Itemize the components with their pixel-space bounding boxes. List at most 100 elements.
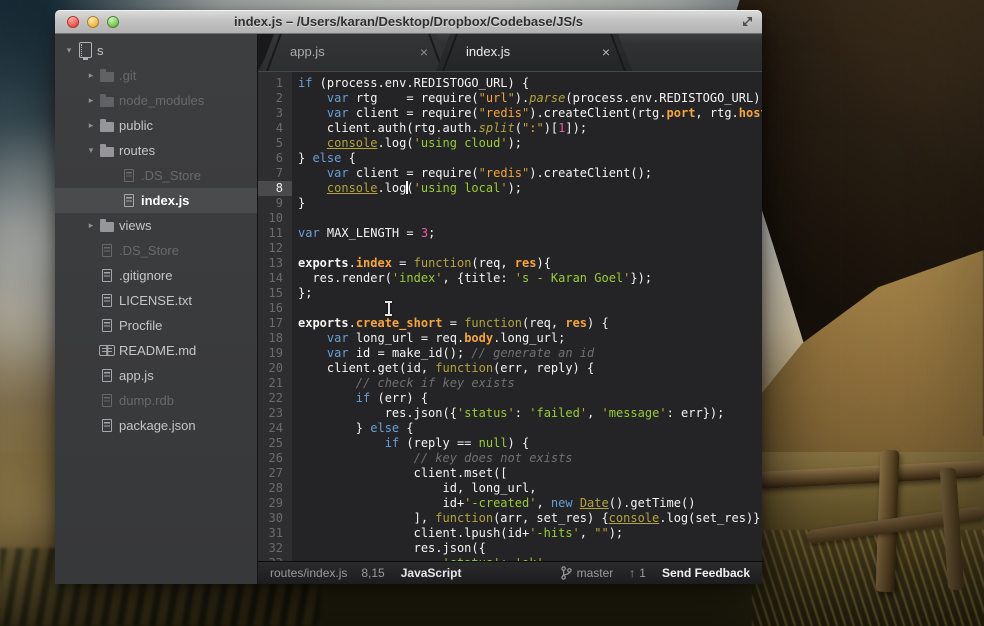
code-line-text: id+'-created', new Date().getTime() — [292, 496, 695, 511]
code-line[interactable]: 19 var id = make_id(); // generate an id — [258, 346, 762, 361]
line-number: 9 — [258, 196, 292, 211]
sidebar-item-license-txt[interactable]: LICENSE.txt — [55, 288, 257, 313]
folder-icon — [99, 218, 119, 234]
file-icon — [121, 193, 141, 209]
line-number: 26 — [258, 451, 292, 466]
code-line[interactable]: 3 var client = require("redis").createCl… — [258, 106, 762, 121]
ibeam-mouse-cursor — [384, 301, 393, 317]
code-area[interactable]: 1if (process.env.REDISTOGO_URL) {2 var r… — [258, 72, 762, 561]
sidebar-item-node-modules[interactable]: ▸node_modules — [55, 88, 257, 113]
code-line[interactable]: 28 id, long_url, — [258, 481, 762, 496]
sidebar-item-ds-store[interactable]: .DS_Store — [55, 163, 257, 188]
sidebar-item-label: .DS_Store — [141, 168, 201, 183]
code-line[interactable]: 14 res.render('index', {title: 's - Kara… — [258, 271, 762, 286]
code-line[interactable]: 18 var long_url = req.body.long_url; — [258, 331, 762, 346]
code-line[interactable]: 11var MAX_LENGTH = 3; — [258, 226, 762, 241]
code-line-text: var long_url = req.body.long_url; — [292, 331, 565, 346]
line-number: 4 — [258, 121, 292, 136]
code-line[interactable]: 16 — [258, 301, 762, 316]
chevron-right-icon[interactable]: ▸ — [83, 95, 99, 106]
tab-edge — [266, 34, 282, 71]
code-line[interactable]: 26 // key does not exists — [258, 451, 762, 466]
git-branch-name[interactable]: master — [577, 566, 614, 580]
push-arrow-icon: ↑ — [629, 566, 635, 580]
code-line[interactable]: 23 res.json({'status': 'failed', 'messag… — [258, 406, 762, 421]
line-number: 25 — [258, 436, 292, 451]
code-line[interactable]: 15}; — [258, 286, 762, 301]
sidebar-item-label: README.md — [119, 343, 196, 358]
code-line[interactable]: 32 res.json({ — [258, 541, 762, 556]
sidebar-item-dump-rdb[interactable]: dump.rdb — [55, 388, 257, 413]
chevron-down-icon[interactable]: ▾ — [61, 45, 77, 56]
sidebar-item-git[interactable]: ▸.git — [55, 63, 257, 88]
sidebar-item-index-js[interactable]: index.js — [55, 188, 257, 213]
close-tab-icon[interactable]: × — [420, 43, 428, 61]
desktop-wallpaper: index.js – /Users/karan/Desktop/Dropbox/… — [0, 0, 984, 626]
code-line[interactable]: 6} else { — [258, 151, 762, 166]
code-line[interactable]: 8 console.log('using local'); — [258, 181, 762, 196]
sidebar-item-readme-md[interactable]: README.md — [55, 338, 257, 363]
code-line[interactable]: 30 ], function(arr, set_res) {console.lo… — [258, 511, 762, 526]
sidebar-item-gitignore[interactable]: .gitignore — [55, 263, 257, 288]
close-tab-icon[interactable]: × — [602, 43, 610, 61]
code-line[interactable]: 21 // check if key exists — [258, 376, 762, 391]
send-feedback-button[interactable]: Send Feedback — [662, 566, 750, 580]
code-line[interactable]: 33 'status': 'ok', — [258, 556, 762, 561]
tab-app-js[interactable]: app.js × — [260, 34, 450, 71]
status-language[interactable]: JavaScript — [401, 566, 462, 580]
code-line[interactable]: 10 — [258, 211, 762, 226]
code-line-text: }; — [292, 286, 312, 301]
window-title: index.js – /Users/karan/Desktop/Dropbox/… — [55, 14, 762, 29]
code-line[interactable]: 12 — [258, 241, 762, 256]
sidebar-item-label: routes — [119, 143, 155, 158]
code-line-text: client.auth(rtg.auth.split(":")[1]); — [292, 121, 587, 136]
file-icon — [99, 243, 119, 259]
sidebar-item-public[interactable]: ▸public — [55, 113, 257, 138]
fullscreen-icon[interactable] — [742, 16, 753, 27]
line-number: 21 — [258, 376, 292, 391]
chevron-right-icon[interactable]: ▸ — [83, 220, 99, 231]
sidebar-item-label: dump.rdb — [119, 393, 174, 408]
tab-index-js[interactable]: index.js × — [436, 34, 632, 71]
code-line[interactable]: 1if (process.env.REDISTOGO_URL) { — [258, 76, 762, 91]
code-line[interactable]: 20 client.get(id, function(err, reply) { — [258, 361, 762, 376]
sidebar-item-label: views — [119, 218, 152, 233]
code-line-text: ], function(arr, set_res) {console.log(s… — [292, 511, 762, 526]
code-line[interactable]: 5 console.log('using cloud'); — [258, 136, 762, 151]
code-line-text: var MAX_LENGTH = 3; — [292, 226, 435, 241]
book-icon — [77, 43, 97, 59]
code-line[interactable]: 22 if (err) { — [258, 391, 762, 406]
wallpaper-grass — [752, 530, 984, 626]
code-line[interactable]: 27 client.mset([ — [258, 466, 762, 481]
sidebar-item-routes[interactable]: ▾ routes — [55, 138, 257, 163]
sidebar-item-app-js[interactable]: app.js — [55, 363, 257, 388]
code-line[interactable]: 2 var rtg = require("url").parse(process… — [258, 91, 762, 106]
code-line[interactable]: 31 client.lpush(id+'-hits', ""); — [258, 526, 762, 541]
code-line[interactable]: 9} — [258, 196, 762, 211]
code-line[interactable]: 7 var client = require("redis").createCl… — [258, 166, 762, 181]
line-number: 19 — [258, 346, 292, 361]
tab-label: index.js — [466, 44, 510, 59]
code-line-text: if (reply == null) { — [292, 436, 529, 451]
chevron-down-icon[interactable]: ▾ — [83, 145, 99, 156]
code-line-text: } — [292, 196, 305, 211]
code-line[interactable]: 4 client.auth(rtg.auth.split(":")[1]); — [258, 121, 762, 136]
chevron-right-icon[interactable]: ▸ — [83, 70, 99, 81]
code-line[interactable]: 24 } else { — [258, 421, 762, 436]
sidebar-item-views[interactable]: ▸ views — [55, 213, 257, 238]
sidebar-item-s[interactable]: ▾s — [55, 38, 257, 63]
status-bar: routes/index.js 8,15 JavaScript m — [258, 561, 762, 584]
sidebar-item-package-json[interactable]: package.json — [55, 413, 257, 438]
status-cursor-position: 8,15 — [361, 566, 384, 580]
code-line[interactable]: 29 id+'-created', new Date().getTime() — [258, 496, 762, 511]
tab-label: app.js — [290, 44, 325, 59]
window-titlebar[interactable]: index.js – /Users/karan/Desktop/Dropbox/… — [55, 10, 762, 34]
line-number: 15 — [258, 286, 292, 301]
sidebar-item-procfile[interactable]: Procfile — [55, 313, 257, 338]
code-line[interactable]: 17exports.create_short = function(req, r… — [258, 316, 762, 331]
sidebar-item-ds-store[interactable]: .DS_Store — [55, 238, 257, 263]
code-line[interactable]: 25 if (reply == null) { — [258, 436, 762, 451]
code-line[interactable]: 13exports.index = function(req, res){ — [258, 256, 762, 271]
chevron-right-icon[interactable]: ▸ — [83, 120, 99, 131]
folder-icon — [99, 68, 119, 84]
